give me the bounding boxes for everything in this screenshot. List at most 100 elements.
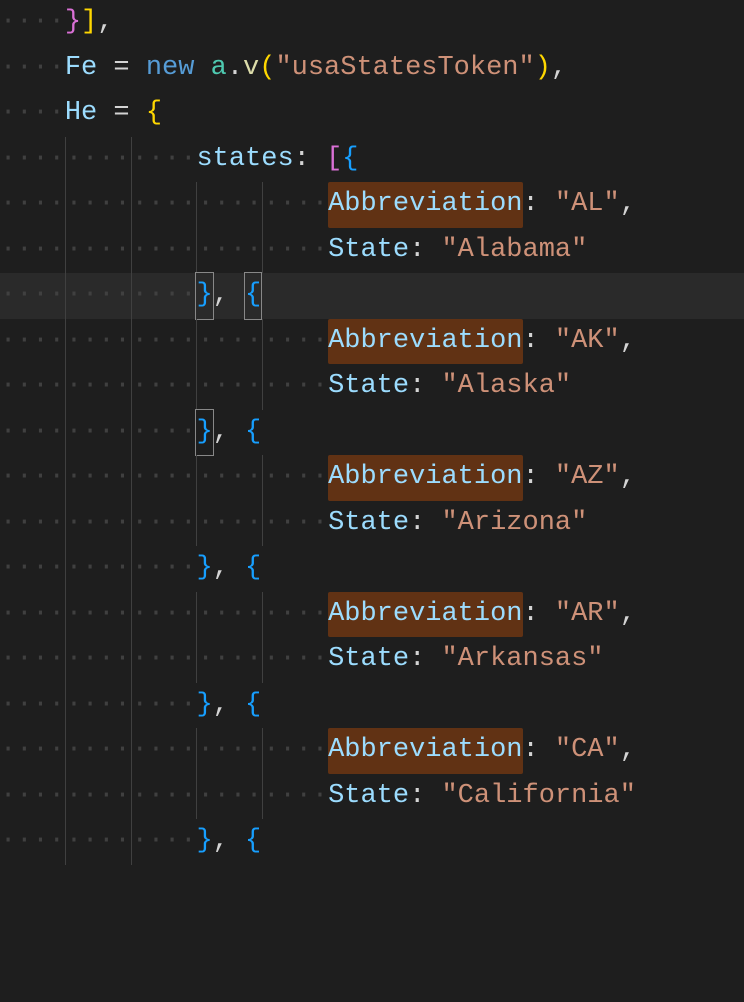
code-line[interactable]: ············}, { [0,819,744,865]
whitespace-indent: ···· [65,455,131,501]
whitespace-indent: ···· [262,501,328,547]
code-token: "AZ" [555,455,620,501]
code-token: Abbreviation [328,319,522,365]
whitespace-indent: ···· [0,46,65,92]
whitespace-indent: ···· [262,319,328,365]
code-token: "Alabama" [441,228,587,274]
whitespace-indent: ···· [131,228,197,274]
code-line[interactable]: ············}, { [0,273,744,319]
code-line[interactable]: ····················State: "California" [0,774,744,820]
code-token: "Arizona" [441,501,587,547]
code-token [229,410,245,456]
code-token: { [245,546,261,592]
code-token: = [113,91,129,137]
code-token [425,774,441,820]
code-token [130,91,146,137]
whitespace-indent: ···· [196,455,262,501]
whitespace-indent: ···· [65,228,131,274]
code-token: State [328,774,409,820]
code-editor[interactable]: ····}],····Fe = new a.v("usaStatesToken"… [0,0,744,865]
code-line[interactable]: ····He = { [0,91,744,137]
whitespace-indent: ···· [0,410,65,456]
code-token: { [245,819,261,865]
code-token: { [244,272,262,320]
code-token: } [196,819,212,865]
code-token: Abbreviation [328,728,522,774]
code-token: , [213,273,229,319]
code-line[interactable]: ····················Abbreviation: "AR", [0,592,744,638]
whitespace-indent: ···· [131,455,197,501]
code-token: : [409,228,425,274]
whitespace-indent: ···· [65,592,131,638]
code-line[interactable]: ····················State: "Arizona" [0,501,744,547]
whitespace-indent: ···· [0,319,65,365]
whitespace-indent: ···· [0,774,65,820]
code-token: : [523,319,539,365]
code-line[interactable]: ············}, { [0,410,744,456]
code-line[interactable]: ····················Abbreviation: "AL", [0,182,744,228]
whitespace-indent: ···· [131,592,197,638]
code-token [229,273,245,319]
whitespace-indent: ···· [65,774,131,820]
code-line[interactable]: ············}, { [0,683,744,729]
whitespace-indent: ···· [0,637,65,683]
code-token: new [146,46,195,92]
code-line[interactable]: ············}, { [0,546,744,592]
code-token [229,683,245,729]
code-line[interactable]: ····················State: "Alaska" [0,364,744,410]
code-token: : [523,455,539,501]
whitespace-indent: ···· [65,501,131,547]
whitespace-indent: ···· [131,819,197,865]
whitespace-indent: ···· [131,774,197,820]
code-token [539,319,555,365]
whitespace-indent: ···· [131,182,197,228]
code-token [130,46,146,92]
code-line[interactable]: ····}], [0,0,744,46]
code-line[interactable]: ····Fe = new a.v("usaStatesToken"), [0,46,744,92]
whitespace-indent: ···· [0,182,65,228]
whitespace-indent: ···· [65,137,131,183]
whitespace-indent: ···· [65,819,131,865]
code-token: "AK" [555,319,620,365]
code-token: Abbreviation [328,592,522,638]
whitespace-indent: ···· [196,228,262,274]
code-token: } [195,409,213,457]
code-token [229,819,245,865]
code-token: "Arkansas" [441,637,603,683]
whitespace-indent: ···· [196,501,262,547]
code-line[interactable]: ····················Abbreviation: "AZ", [0,455,744,501]
code-token [539,728,555,774]
whitespace-indent: ···· [262,455,328,501]
code-token: , [213,410,229,456]
code-token: v [243,46,259,92]
whitespace-indent: ···· [262,228,328,274]
code-token: . [227,46,243,92]
whitespace-indent: ···· [0,728,65,774]
whitespace-indent: ···· [0,273,65,319]
whitespace-indent: ···· [262,637,328,683]
code-token: } [195,272,213,320]
whitespace-indent: ···· [0,546,65,592]
code-token: , [97,0,113,46]
whitespace-indent: ···· [262,774,328,820]
code-token: { [245,410,261,456]
whitespace-indent: ···· [262,182,328,228]
code-token: } [196,683,212,729]
code-token: , [551,46,567,92]
whitespace-indent: ···· [196,774,262,820]
code-token: , [620,592,636,638]
code-line[interactable]: ············states: [{ [0,137,744,183]
code-line[interactable]: ····················Abbreviation: "AK", [0,319,744,365]
code-token: "CA" [555,728,620,774]
code-token: } [196,546,212,592]
code-token: "California" [441,774,635,820]
code-line[interactable]: ····················State: "Arkansas" [0,637,744,683]
whitespace-indent: ···· [131,683,197,729]
code-token: : [294,137,310,183]
code-token: { [146,91,162,137]
code-line[interactable]: ····················Abbreviation: "CA", [0,728,744,774]
code-token [539,182,555,228]
code-token: } [65,0,81,46]
code-line[interactable]: ····················State: "Alabama" [0,228,744,274]
whitespace-indent: ···· [65,683,131,729]
